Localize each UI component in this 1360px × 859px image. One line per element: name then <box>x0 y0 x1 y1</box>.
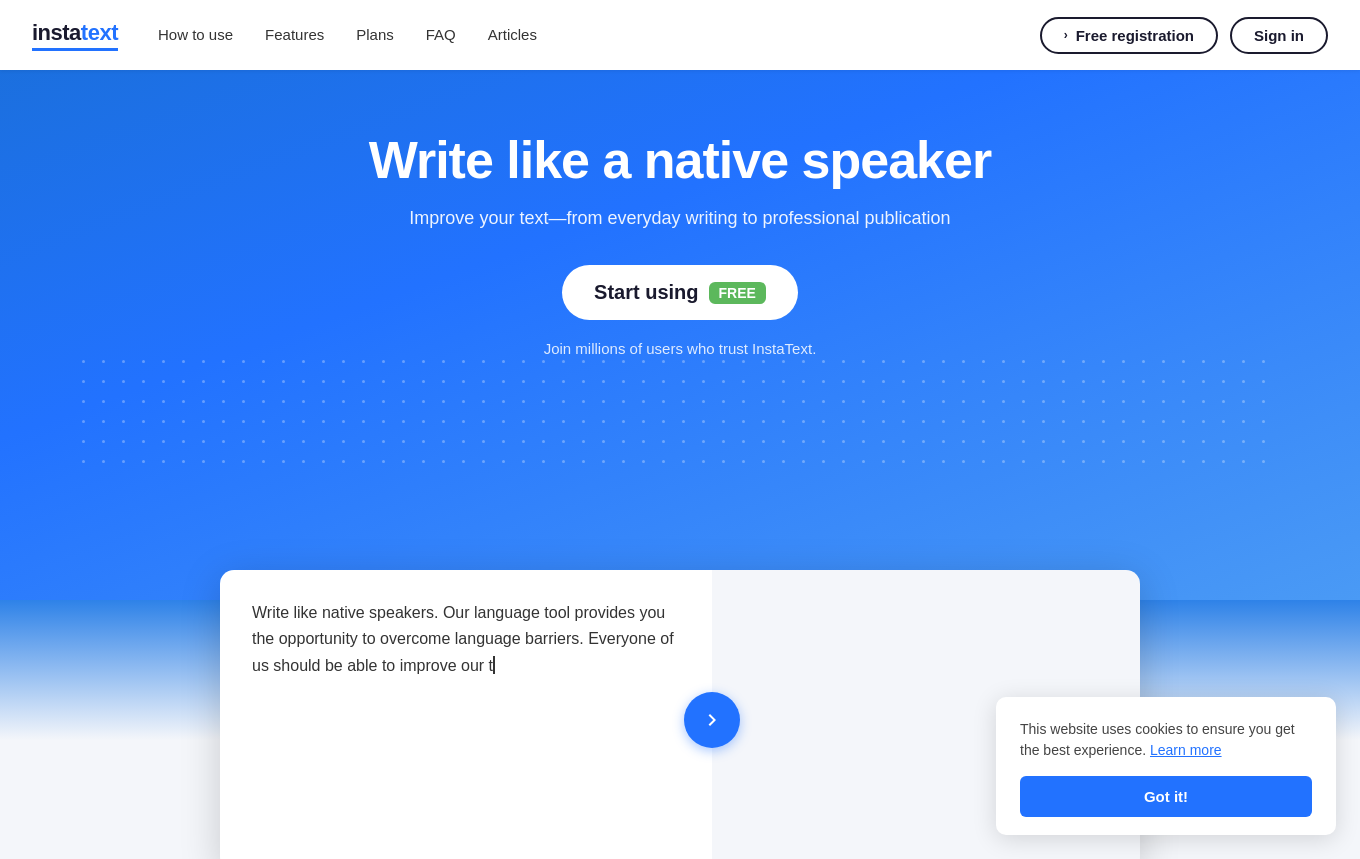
navbar-right: › Free registration Sign in <box>1040 17 1328 54</box>
process-button[interactable] <box>684 692 740 748</box>
signin-label: Sign in <box>1254 27 1304 44</box>
text-cursor <box>493 656 495 674</box>
arrow-right-icon <box>700 708 724 732</box>
logo-text: text <box>81 20 118 45</box>
cookie-text: This website uses cookies to ensure you … <box>1020 719 1312 762</box>
editor-input-panel[interactable]: Write like native speakers. Our language… <box>220 570 712 859</box>
nav-plans[interactable]: Plans <box>356 26 394 43</box>
start-label: Start using <box>594 281 698 304</box>
editor-text-content: Write like native speakers. Our language… <box>252 604 674 674</box>
hero-section: Write like a native speaker Improve your… <box>0 0 1360 600</box>
hero-content: Write like a native speaker Improve your… <box>369 70 991 445</box>
signin-button[interactable]: Sign in <box>1230 17 1328 54</box>
nav-links: How to use Features Plans FAQ Articles <box>158 26 537 44</box>
register-label: Free registration <box>1076 27 1194 44</box>
navbar: instatext How to use Features Plans FAQ … <box>0 0 1360 70</box>
nav-articles[interactable]: Articles <box>488 26 537 43</box>
start-button[interactable]: Start using FREE <box>562 265 798 320</box>
cookie-banner: This website uses cookies to ensure you … <box>996 697 1336 835</box>
hero-subtitle: Improve your text—from everyday writing … <box>369 208 991 229</box>
hero-title: Write like a native speaker <box>369 130 991 190</box>
got-it-button[interactable]: Got it! <box>1020 776 1312 817</box>
free-badge: FREE <box>709 282 766 304</box>
trust-text: Join millions of users who trust InstaTe… <box>369 340 991 357</box>
nav-features[interactable]: Features <box>265 26 324 43</box>
logo-underline <box>32 48 118 51</box>
chevron-icon: › <box>1064 28 1068 42</box>
logo[interactable]: instatext <box>32 20 118 51</box>
register-button[interactable]: › Free registration <box>1040 17 1218 54</box>
nav-how-to-use[interactable]: How to use <box>158 26 233 43</box>
navbar-left: instatext How to use Features Plans FAQ … <box>32 20 537 51</box>
logo-insta: insta <box>32 20 81 45</box>
editor-input-text: Write like native speakers. Our language… <box>252 600 680 679</box>
learn-more-link[interactable]: Learn more <box>1150 742 1222 758</box>
nav-faq[interactable]: FAQ <box>426 26 456 43</box>
